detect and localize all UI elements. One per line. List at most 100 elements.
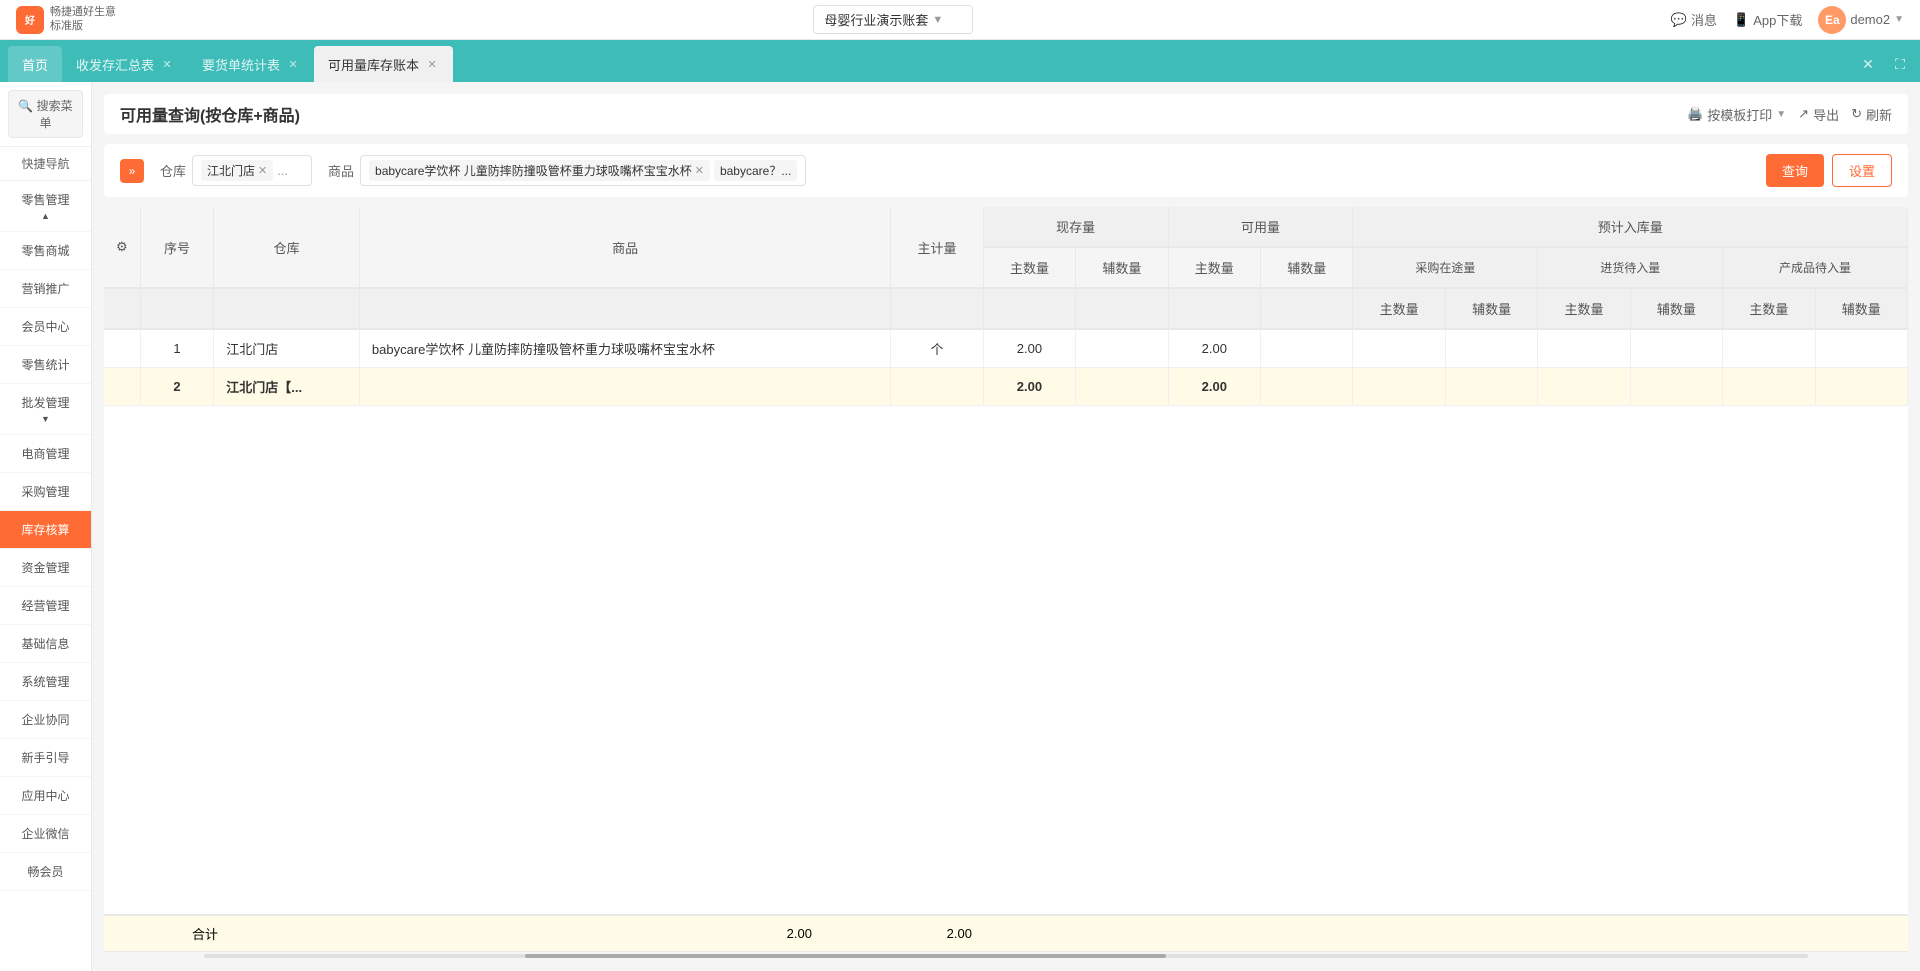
th-no: 序号	[140, 207, 214, 288]
product-filter: 商品 babycare学饮杯 儿童防摔防撞吸管杯重力球吸嘴杯宝宝水杯 ✕ bab…	[328, 155, 806, 186]
tab-available-stock-close[interactable]: ✕	[425, 57, 439, 71]
industry-select[interactable]: 母婴行业演示账套 ▼	[813, 5, 973, 34]
sidebar-item-member-vip[interactable]: 畅会员	[0, 853, 91, 891]
warehouse-tag-remove[interactable]: ✕	[258, 164, 267, 177]
message-btn[interactable]: 💬 消息	[1671, 10, 1717, 29]
sidebar-item-basic-info[interactable]: 基础信息	[0, 625, 91, 663]
row-product: babycare学饮杯 儿童防摔防撞吸管杯重力球吸嘴杯宝宝水杯	[359, 329, 890, 368]
row-no: 1	[140, 329, 214, 368]
sidebar-item-marketing[interactable]: 营销推广	[0, 270, 91, 308]
logo-icon: 好	[16, 6, 44, 34]
data-table: ⚙ 序号 仓库 商品 主计量 现存量 可用量 预计入库量 主数量	[104, 207, 1908, 406]
warehouse-input[interactable]: 江北门店 ✕ ...	[192, 155, 312, 186]
tab-home[interactable]: 首页	[8, 46, 62, 82]
sidebar-item-retail-stats[interactable]: 零售统计	[0, 346, 91, 384]
scrollbar-track	[204, 954, 1808, 958]
warehouse-tag: 江北门店 ✕	[201, 160, 273, 181]
row-purchase-sub	[1445, 329, 1537, 368]
message-icon: 💬	[1671, 12, 1687, 28]
th-incoming-sub: 辅数量	[1630, 288, 1722, 329]
th-purchase-sub: 辅数量	[1445, 288, 1537, 329]
filter-expand-btn[interactable]: »	[120, 159, 144, 183]
sidebar-item-enterprise-wechat[interactable]: 企业微信	[0, 815, 91, 853]
tab-collect-pay[interactable]: 收发存汇总表 ✕	[62, 46, 188, 82]
logo: 好 畅捷通好生意 标准版	[16, 6, 116, 34]
subtotal-row: 2 江北门店【... 2.00 2.00	[104, 368, 1908, 406]
print-icon: 🖨️	[1687, 106, 1703, 122]
product-label: 商品	[328, 161, 354, 180]
sidebar-item-biz-mgmt[interactable]: 经营管理	[0, 587, 91, 625]
table-scrollbar[interactable]	[104, 951, 1908, 959]
sidebar-item-enterprise-coop[interactable]: 企业协同	[0, 701, 91, 739]
product-tag1-remove[interactable]: ✕	[695, 164, 704, 177]
app-download-btn[interactable]: 📱 App下载	[1733, 10, 1802, 29]
tab-order-stat-label: 要货单统计表	[202, 55, 280, 74]
row-incoming-sub	[1630, 329, 1722, 368]
th-available-main: 主数量	[1168, 247, 1260, 288]
user-profile-btn[interactable]: Ea demo2 ▼	[1818, 6, 1904, 34]
filter-more-btn[interactable]: ...	[277, 163, 288, 178]
row-current-main: 2.00	[983, 329, 1075, 368]
search-menu-btn[interactable]: 🔍 搜索菜单	[8, 90, 83, 138]
sidebar-item-stock-check[interactable]: 库存核算	[0, 511, 91, 549]
th-current-main: 主数量	[983, 247, 1075, 288]
sidebar-item-ecommerce-mgmt[interactable]: 电商管理	[0, 435, 91, 473]
chevron-icon: ▲	[41, 211, 50, 221]
row-warehouse: 江北门店	[214, 329, 360, 368]
tab-order-stat[interactable]: 要货单统计表 ✕	[188, 46, 314, 82]
settings-btn[interactable]: 设置	[1832, 154, 1892, 187]
filter-bar: » 仓库 江北门店 ✕ ... 商品 babycare	[104, 144, 1908, 197]
export-icon: ↗	[1798, 106, 1809, 122]
row-product-sub	[1815, 329, 1907, 368]
row-product-main	[1723, 329, 1815, 368]
th-current-sub: 辅数量	[1076, 247, 1168, 288]
table-scroll-area[interactable]: ⚙ 序号 仓库 商品 主计量 现存量 可用量 预计入库量 主数量	[104, 207, 1908, 914]
query-btn[interactable]: 查询	[1766, 154, 1824, 187]
close-all-btn[interactable]: ✕	[1856, 52, 1880, 76]
sidebar: 🔍 搜索菜单 快捷导航 零售管理 ▲ 零售商城 营销推广 会员中心 零售统计 批…	[0, 82, 92, 971]
sidebar-item-member-center[interactable]: 会员中心	[0, 308, 91, 346]
refresh-btn[interactable]: ↻ 刷新	[1851, 105, 1892, 124]
sidebar-item-purchase-mgmt[interactable]: 采购管理	[0, 473, 91, 511]
data-table-container: ⚙ 序号 仓库 商品 主计量 现存量 可用量 预计入库量 主数量	[104, 207, 1908, 959]
export-btn[interactable]: ↗ 导出	[1798, 105, 1839, 124]
sidebar-item-retail-mgmt-label: 零售管理	[21, 191, 69, 208]
search-icon: 🔍	[18, 99, 33, 113]
user-chevron-icon: ▼	[1894, 14, 1904, 25]
row-available-sub	[1261, 329, 1353, 368]
sidebar-quick-nav[interactable]: 快捷导航	[0, 147, 91, 181]
tab-collect-pay-close[interactable]: ✕	[160, 57, 174, 71]
sidebar-item-app-center[interactable]: 应用中心	[0, 777, 91, 815]
sidebar-item-retail-mgmt[interactable]: 零售管理 ▲	[0, 181, 91, 232]
maximize-btn[interactable]: ⛶	[1888, 52, 1912, 76]
tab-home-label: 首页	[22, 55, 48, 74]
sidebar-item-new-guide[interactable]: 新手引导	[0, 739, 91, 777]
product-input[interactable]: babycare学饮杯 儿童防摔防撞吸管杯重力球吸嘴杯宝宝水杯 ✕ babyca…	[360, 155, 806, 186]
warehouse-label: 仓库	[160, 161, 186, 180]
logo-text: 畅捷通好生意 标准版	[50, 6, 116, 32]
subtotal-available-main: 2.00	[1168, 368, 1260, 406]
tab-collect-pay-label: 收发存汇总表	[76, 55, 154, 74]
sidebar-item-finance-mgmt[interactable]: 资金管理	[0, 549, 91, 587]
th-incoming: 进货待入量	[1538, 247, 1723, 288]
table-footer: 合计 2.00 2.00	[104, 914, 1908, 951]
footer-available-main: 2.00	[947, 926, 1027, 941]
nav-tabs-bar: 首页 收发存汇总表 ✕ 要货单统计表 ✕ 可用量库存账本 ✕ ✕ ⛶	[0, 40, 1920, 82]
page-actions: 🖨️ 按模板打印 ▼ ↗ 导出 ↻ 刷新	[1687, 105, 1892, 124]
scrollbar-thumb	[525, 954, 1167, 958]
sidebar-item-wholesale-mgmt[interactable]: 批发管理 ▼	[0, 384, 91, 435]
th-product: 商品	[359, 207, 890, 288]
sidebar-item-sys-mgmt[interactable]: 系统管理	[0, 663, 91, 701]
th-available-sub: 辅数量	[1261, 247, 1353, 288]
sidebar-item-retail-mall[interactable]: 零售商城	[0, 232, 91, 270]
template-print-btn[interactable]: 🖨️ 按模板打印 ▼	[1687, 105, 1786, 124]
tab-order-stat-close[interactable]: ✕	[286, 57, 300, 71]
th-product-main: 主数量	[1723, 288, 1815, 329]
warehouse-filter: 仓库 江北门店 ✕ ...	[160, 155, 312, 186]
chevron-down-icon: ▼	[932, 14, 943, 26]
filter-actions: 查询 设置	[1766, 154, 1892, 187]
page-title: 可用量查询(按仓库+商品)	[120, 102, 300, 126]
row-incoming-main	[1538, 329, 1630, 368]
tab-available-stock[interactable]: 可用量库存账本 ✕	[314, 46, 453, 82]
tab-available-stock-label: 可用量库存账本	[328, 55, 419, 74]
